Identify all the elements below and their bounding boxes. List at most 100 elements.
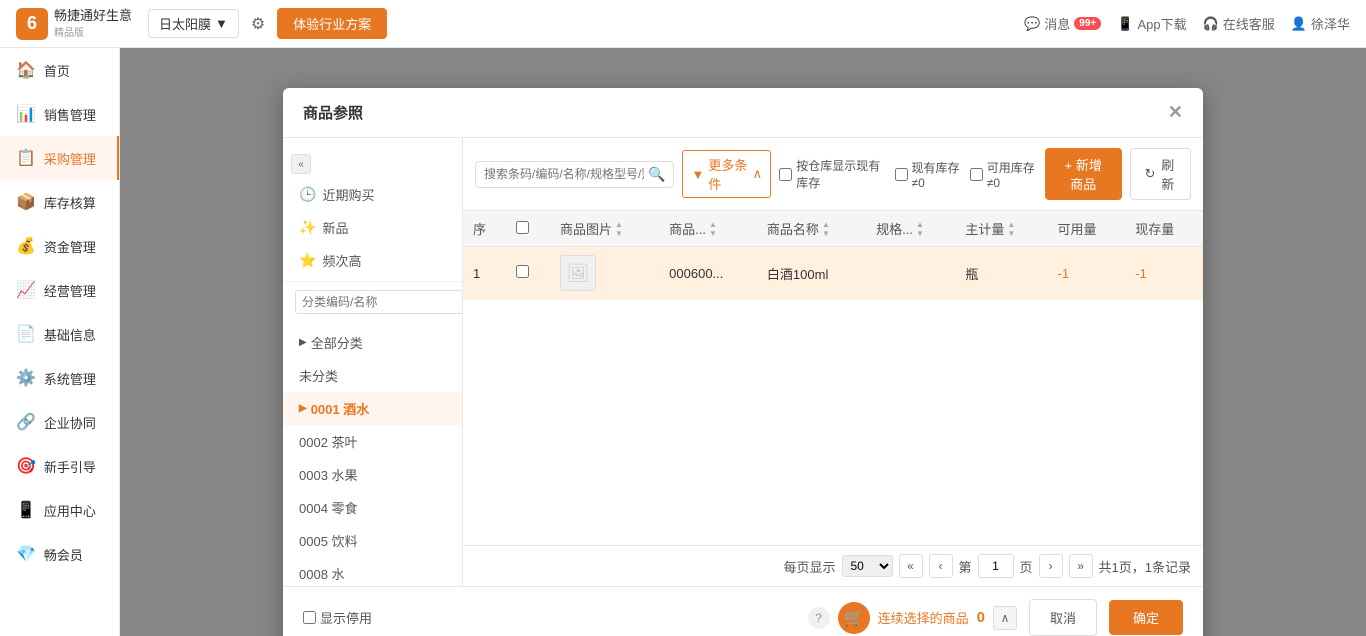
user-avatar-area[interactable]: 👤 徐泽华: [1291, 14, 1350, 33]
trial-button[interactable]: 体验行业方案: [277, 8, 387, 39]
messages-button[interactable]: 💬 消息 99+: [1024, 14, 1101, 33]
quick-item-frequent-label: 频次高: [322, 251, 361, 270]
sidebar-item-finance[interactable]: 💰 资金管理: [0, 224, 119, 268]
warehouse-checkbox[interactable]: [779, 168, 792, 181]
row-checkbox[interactable]: [516, 265, 529, 278]
quick-item-recent[interactable]: 🕒 近期购买: [283, 178, 462, 211]
online-service-label: 在线客服: [1223, 14, 1275, 33]
cancel-button[interactable]: 取消: [1029, 599, 1097, 636]
cat-item-0004[interactable]: 0004 零食: [283, 491, 462, 524]
category-search-input[interactable]: [295, 290, 463, 314]
search-icon[interactable]: 🔍: [648, 166, 665, 183]
logo-icon: 6: [16, 8, 48, 40]
available-checkbox[interactable]: [895, 168, 908, 181]
show-disabled-checkbox[interactable]: 显示停用: [303, 608, 372, 627]
online-service-button[interactable]: 🎧 在线客服: [1203, 14, 1275, 33]
cat-0001-label: 0001 酒水: [311, 399, 370, 418]
table-row[interactable]: 1 🖼: [463, 247, 1203, 300]
sales-icon: 📊: [16, 104, 36, 124]
sidebar-label-home: 首页: [44, 61, 70, 80]
modal-footer: 显示停用 ? 🛒 连续选择的商品 0 ∧ 取消 确定: [283, 586, 1203, 636]
usable-checkbox[interactable]: [970, 168, 983, 181]
main-layout: 🏠 首页 📊 销售管理 📋 采购管理 📦 库存核算 💰 资金管理 📈 经营管理 …: [0, 48, 1366, 636]
gear-icon[interactable]: ⚙: [251, 14, 265, 34]
modal-close-button[interactable]: ✕: [1168, 102, 1183, 123]
usable-filter[interactable]: 可用库存≠0: [970, 159, 1037, 190]
page-number-input[interactable]: [978, 554, 1014, 578]
sidebar-label-system: 系统管理: [44, 369, 96, 388]
filter-button[interactable]: ▼ 更多条件 ∧: [682, 150, 771, 198]
cat-item-0001[interactable]: ▶ 0001 酒水: [283, 392, 462, 425]
filter-label: 更多条件: [708, 155, 748, 193]
warehouse-filter[interactable]: 按仓库显示现有库存: [779, 157, 886, 191]
store-selector[interactable]: 日太阳膜 ▼: [148, 9, 239, 38]
sidebar-item-member[interactable]: 💎 畅会员: [0, 532, 119, 576]
quick-menu: « 🕒 近期购买 ✨ 新品 ⭐: [283, 146, 462, 282]
sidebar-item-guide[interactable]: 🎯 新手引导: [0, 444, 119, 488]
usable-label: 可用库存≠0: [987, 159, 1037, 190]
quick-item-frequent[interactable]: ⭐ 频次高: [283, 244, 462, 277]
available-label: 现有库存≠0: [912, 159, 962, 190]
cat-item-0002[interactable]: 0002 茶叶: [283, 425, 462, 458]
cell-image: 🖼: [550, 247, 659, 300]
first-page-button[interactable]: «: [899, 554, 923, 578]
store-name: 日太阳膜: [159, 14, 211, 33]
cat-item-0005[interactable]: 0005 饮料: [283, 524, 462, 557]
collapse-button[interactable]: «: [291, 154, 311, 174]
cart-icon[interactable]: 🛒: [838, 602, 870, 634]
sidebar-item-purchase[interactable]: 📋 采购管理: [0, 136, 119, 180]
sidebar-item-sales[interactable]: 📊 销售管理: [0, 92, 119, 136]
cat-0005-label: 0005 饮料: [299, 531, 358, 550]
cat-item-all[interactable]: ▶ 全部分类: [283, 326, 462, 359]
prev-page-button[interactable]: ‹: [929, 554, 953, 578]
sort-unit-icon: ▲▼: [1007, 220, 1015, 238]
product-search-input[interactable]: [484, 167, 644, 181]
help-icon[interactable]: ?: [808, 607, 830, 629]
modal-toolbar: 🔍 ▼ 更多条件 ∧ 按仓库显示现有库存: [463, 138, 1203, 211]
add-product-button[interactable]: + 新增商品: [1045, 148, 1122, 200]
sort-code-icon: ▲▼: [709, 220, 717, 238]
available-filter[interactable]: 现有库存≠0: [895, 159, 962, 190]
left-sidebar: 🏠 首页 📊 销售管理 📋 采购管理 📦 库存核算 💰 资金管理 📈 经营管理 …: [0, 48, 120, 636]
toolbar-right: + 新增商品 ↻ 刷新: [1045, 148, 1191, 200]
sidebar-label-inventory: 库存核算: [44, 193, 96, 212]
user-name: 徐泽华: [1311, 14, 1350, 33]
disabled-checkbox[interactable]: [303, 611, 316, 624]
content-area: 商品参照 ✕ « 🕒 近期购买: [120, 48, 1366, 636]
enterprise-icon: 🔗: [16, 412, 36, 432]
sidebar-item-basic[interactable]: 📄 基础信息: [0, 312, 119, 356]
sidebar-label-apps: 应用中心: [44, 501, 96, 520]
sidebar-item-system[interactable]: ⚙️ 系统管理: [0, 356, 119, 400]
sidebar-item-apps[interactable]: 📱 应用中心: [0, 488, 119, 532]
modal-overlay: 商品参照 ✕ « 🕒 近期购买: [120, 48, 1366, 636]
cat-item-0003[interactable]: 0003 水果: [283, 458, 462, 491]
select-all-checkbox[interactable]: [516, 221, 529, 234]
col-available: 可用量: [1048, 211, 1126, 247]
last-page-button[interactable]: »: [1069, 554, 1093, 578]
filter-up-icon: ∧: [753, 166, 763, 182]
col-name: 商品名称 ▲▼: [757, 211, 866, 247]
sidebar-item-enterprise[interactable]: 🔗 企业协同: [0, 400, 119, 444]
refresh-button[interactable]: ↻ 刷新: [1130, 148, 1191, 200]
per-page-select[interactable]: 50 20 100: [842, 555, 893, 577]
app-download-button[interactable]: 📱 App下载: [1117, 14, 1186, 33]
cat-item-00[interactable]: 未分类: [283, 359, 462, 392]
cat-all-label: 全部分类: [311, 333, 363, 352]
collapse-footer-button[interactable]: ∧: [993, 606, 1017, 630]
confirm-button[interactable]: 确定: [1109, 600, 1183, 635]
sidebar-item-inventory[interactable]: 📦 库存核算: [0, 180, 119, 224]
cart-label: 连续选择的商品: [878, 608, 969, 627]
refresh-icon: ↻: [1145, 166, 1156, 182]
active-expand-icon: ▶: [299, 403, 307, 414]
col-seq: 序: [463, 211, 506, 247]
top-nav: 6 畅捷通好生意 精品版 日太阳膜 ▼ ⚙ 体验行业方案 💬 消息 99+ 📱 …: [0, 0, 1366, 48]
cat-0008-label: 0008 水: [299, 564, 345, 583]
sidebar-item-operation[interactable]: 📈 经营管理: [0, 268, 119, 312]
total-info: 共1页，1条记录: [1099, 557, 1191, 576]
sidebar-item-home[interactable]: 🏠 首页: [0, 48, 119, 92]
quick-item-new[interactable]: ✨ 新品: [283, 211, 462, 244]
next-page-button[interactable]: ›: [1039, 554, 1063, 578]
product-image: 🖼: [560, 255, 596, 291]
cat-item-0008[interactable]: 0008 水: [283, 557, 462, 586]
product-reference-modal: 商品参照 ✕ « 🕒 近期购买: [283, 88, 1203, 636]
